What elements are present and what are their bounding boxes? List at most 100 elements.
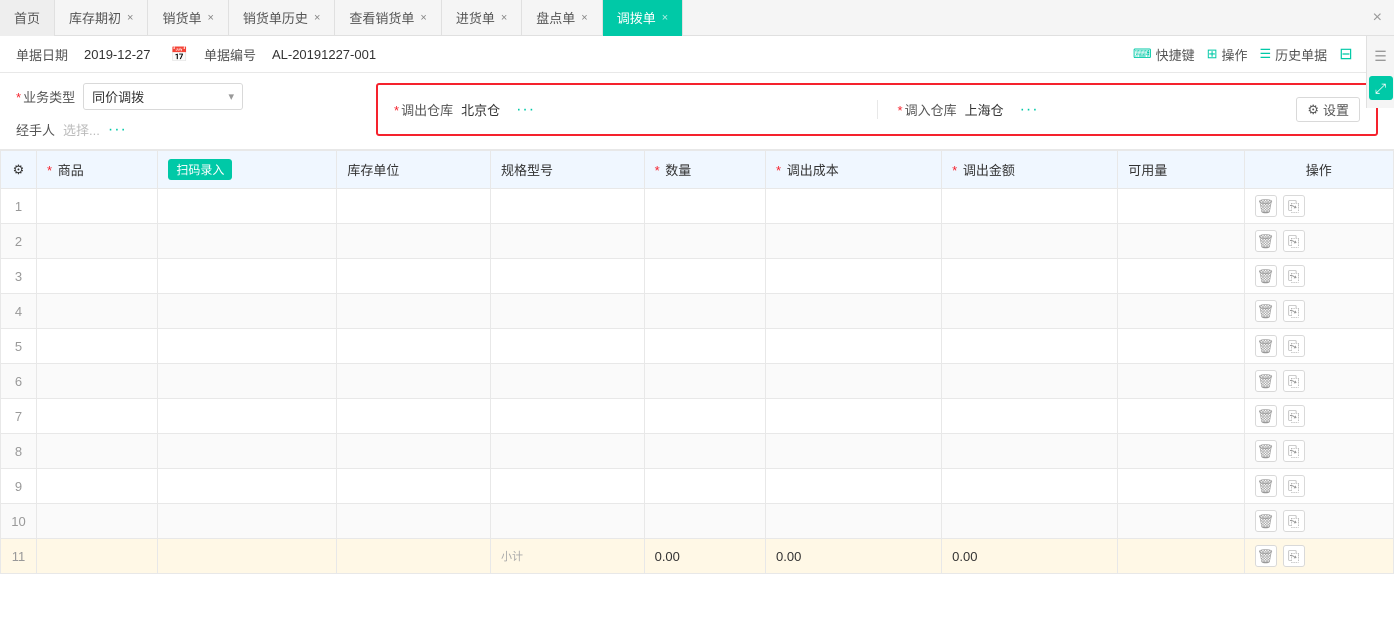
delete-row-1-icon[interactable]: 🗑 <box>1255 195 1277 217</box>
cost-cell-6[interactable] <box>766 364 942 399</box>
qty-cell-6[interactable] <box>644 364 765 399</box>
business-type-select[interactable]: 同价调拨 ▾ <box>83 83 243 110</box>
tab-inventory-init-close[interactable]: × <box>127 12 133 24</box>
scan-cell-3 <box>158 259 337 294</box>
delete-row-9-icon[interactable]: 🗑 <box>1255 475 1277 497</box>
tab-view-sales-close[interactable]: × <box>420 12 426 24</box>
th-gear[interactable]: ⚙ <box>1 151 37 189</box>
delete-row-4-icon[interactable]: 🗑 <box>1255 300 1277 322</box>
scan-cell-9 <box>158 469 337 504</box>
qty-cell-10[interactable] <box>644 504 765 539</box>
layout-button[interactable]: ⊟ <box>1339 44 1352 64</box>
product-cell-8[interactable] <box>37 434 158 469</box>
warehouse-in-dots-button[interactable]: ··· <box>1020 101 1039 119</box>
subtotal-ops: 🗑 ⎘ <box>1244 539 1393 574</box>
shortcuts-label: 快捷键 <box>1156 45 1195 64</box>
tab-purchase[interactable]: 进货单 × <box>442 0 522 36</box>
copy-row-7-icon[interactable]: ⎘ <box>1283 405 1305 427</box>
copy-row-1-icon[interactable]: ⎘ <box>1283 195 1305 217</box>
qty-cell-7[interactable] <box>644 399 765 434</box>
tab-sales-history-label: 销货单历史 <box>243 8 308 27</box>
dropdown-icon: ▾ <box>229 90 235 103</box>
tab-view-sales[interactable]: 查看销货单 × <box>335 0 441 36</box>
calendar-icon[interactable]: 📅 <box>171 46 188 63</box>
delete-row-5-icon[interactable]: 🗑 <box>1255 335 1277 357</box>
ops-cell-1: 🗑 ⎘ <box>1244 189 1393 224</box>
cost-cell-10[interactable] <box>766 504 942 539</box>
delete-row-3-icon[interactable]: 🗑 <box>1255 265 1277 287</box>
qty-cell-9[interactable] <box>644 469 765 504</box>
tab-home[interactable]: 首页 <box>0 0 55 36</box>
available-cell-2 <box>1118 224 1244 259</box>
copy-row-9-icon[interactable]: ⎘ <box>1283 475 1305 497</box>
delete-row-7-icon[interactable]: 🗑 <box>1255 405 1277 427</box>
settings-button[interactable]: ⚙ 设置 <box>1296 97 1360 122</box>
tab-sales-history[interactable]: 销货单历史 × <box>229 0 335 36</box>
delete-row-8-icon[interactable]: 🗑 <box>1255 440 1277 462</box>
sidebar-expand-icon[interactable]: ⤢ <box>1369 76 1393 100</box>
cost-cell-3[interactable] <box>766 259 942 294</box>
tab-sales-history-close[interactable]: × <box>314 12 320 24</box>
column-settings-icon[interactable]: ⚙ <box>13 162 25 177</box>
copy-row-8-icon[interactable]: ⎘ <box>1283 440 1305 462</box>
qty-cell-3[interactable] <box>644 259 765 294</box>
delete-row-6-icon[interactable]: 🗑 <box>1255 370 1277 392</box>
tab-inventory-check[interactable]: 盘点单 × <box>522 0 602 36</box>
product-cell-2[interactable] <box>37 224 158 259</box>
tab-sales[interactable]: 销货单 × <box>148 0 228 36</box>
cost-cell-1[interactable] <box>766 189 942 224</box>
qty-cell-4[interactable] <box>644 294 765 329</box>
product-cell-4[interactable] <box>37 294 158 329</box>
cost-cell-2[interactable] <box>766 224 942 259</box>
tab-purchase-close[interactable]: × <box>501 12 507 24</box>
qty-cell-1[interactable] <box>644 189 765 224</box>
cost-cell-7[interactable] <box>766 399 942 434</box>
tab-sales-close[interactable]: × <box>207 12 213 24</box>
amount-cell-8 <box>942 434 1118 469</box>
product-cell-1[interactable] <box>37 189 158 224</box>
cost-cell-4[interactable] <box>766 294 942 329</box>
cost-cell-5[interactable] <box>766 329 942 364</box>
cost-cell-8[interactable] <box>766 434 942 469</box>
history-button[interactable]: ☰ 历史单据 <box>1260 45 1328 64</box>
tab-transfer[interactable]: 调拨单 × <box>603 0 683 36</box>
ops-cell-10: 🗑 ⎘ <box>1244 504 1393 539</box>
product-cell-3[interactable] <box>37 259 158 294</box>
product-cell-6[interactable] <box>37 364 158 399</box>
person-dots-button[interactable]: ··· <box>108 121 127 139</box>
unit-cell-5 <box>337 329 491 364</box>
operations-button[interactable]: ⊞ 操作 <box>1207 45 1248 64</box>
copy-row-10-icon[interactable]: ⎘ <box>1283 510 1305 532</box>
delete-icon[interactable]: 🗑 <box>1255 545 1277 567</box>
scan-button[interactable]: 扫码录入 <box>168 159 232 180</box>
tab-inventory-init[interactable]: 库存期初 × <box>55 0 148 36</box>
tab-inventory-check-close[interactable]: × <box>581 12 587 24</box>
copy-icon[interactable]: ⎘ <box>1283 545 1305 567</box>
row-num-5: 5 <box>1 329 37 364</box>
cost-cell-9[interactable] <box>766 469 942 504</box>
history-icon: ☰ <box>1260 46 1272 62</box>
qty-cell-5[interactable] <box>644 329 765 364</box>
copy-row-3-icon[interactable]: ⎘ <box>1283 265 1305 287</box>
warehouse-out-dots-button[interactable]: ··· <box>516 101 535 119</box>
qty-cell-2[interactable] <box>644 224 765 259</box>
delete-row-10-icon[interactable]: 🗑 <box>1255 510 1277 532</box>
warehouse-in-value: 上海仓 <box>965 100 1004 119</box>
product-cell-9[interactable] <box>37 469 158 504</box>
copy-row-6-icon[interactable]: ⎘ <box>1283 370 1305 392</box>
tab-close-all-button[interactable]: × <box>1361 9 1394 27</box>
qty-cell-8[interactable] <box>644 434 765 469</box>
th-cost-label: 调出成本 <box>787 163 839 178</box>
product-cell-7[interactable] <box>37 399 158 434</box>
sidebar-list-icon[interactable]: ☰ <box>1369 44 1393 68</box>
product-cell-10[interactable] <box>37 504 158 539</box>
copy-row-2-icon[interactable]: ⎘ <box>1283 230 1305 252</box>
tab-transfer-close[interactable]: × <box>662 12 668 24</box>
delete-row-2-icon[interactable]: 🗑 <box>1255 230 1277 252</box>
warehouse-section: *调出仓库 北京仓 ··· *调入仓库 上海仓 ··· ⚙ 设置 <box>376 83 1378 136</box>
shortcuts-button[interactable]: ⌨ 快捷键 <box>1133 45 1195 64</box>
th-scan[interactable]: 扫码录入 <box>158 151 337 189</box>
copy-row-5-icon[interactable]: ⎘ <box>1283 335 1305 357</box>
copy-row-4-icon[interactable]: ⎘ <box>1283 300 1305 322</box>
product-cell-5[interactable] <box>37 329 158 364</box>
